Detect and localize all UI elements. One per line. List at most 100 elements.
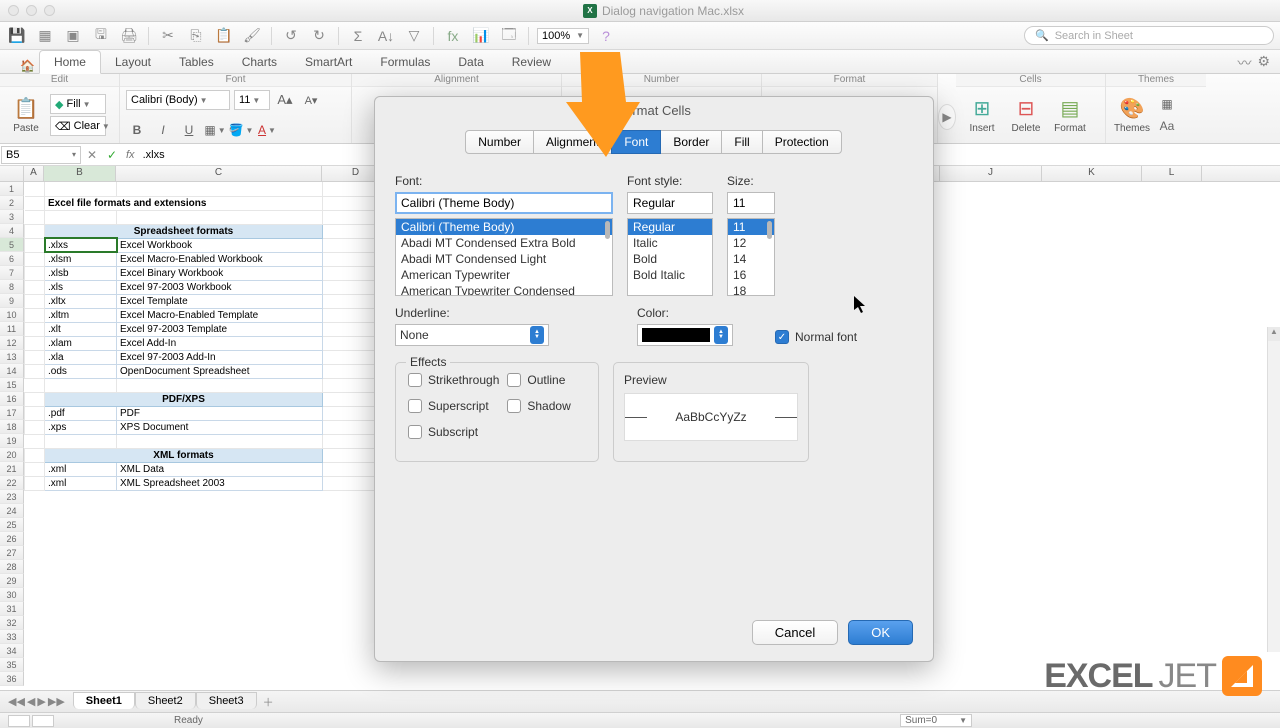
dialog-tab-fill[interactable]: Fill [721, 130, 762, 154]
fill-color-button[interactable]: 🪣▼ [230, 120, 252, 140]
col-header[interactable]: L [1142, 166, 1202, 181]
dialog-tab-number[interactable]: Number [465, 130, 534, 154]
tab-home[interactable]: Home [39, 50, 101, 74]
textbox-icon[interactable]: 🗔 [498, 25, 520, 47]
font-name-input[interactable] [395, 192, 613, 214]
format-button[interactable]: ▤Format [1050, 93, 1090, 137]
close-window-icon[interactable] [8, 5, 19, 16]
subscript-checkbox[interactable] [408, 425, 422, 439]
paste-button[interactable]: 📋 Paste [6, 93, 46, 137]
collapse-ribbon-icon[interactable]: 〰 [1237, 53, 1251, 73]
add-sheet-button[interactable]: ＋ [257, 694, 280, 710]
font-combo[interactable]: Calibri (Body)▼ [126, 90, 230, 110]
sort-icon[interactable]: A↓ [375, 25, 397, 47]
font-style-input[interactable] [627, 192, 713, 214]
section-header[interactable]: PDF/XPS [45, 392, 323, 406]
scrollbar-thumb[interactable] [605, 221, 610, 239]
fill-button[interactable]: ◆ Fill▼ [50, 94, 106, 114]
dialog-tab-border[interactable]: Border [660, 130, 722, 154]
strikethrough-checkbox[interactable] [408, 373, 422, 387]
filter-icon[interactable]: ▽ [403, 25, 425, 47]
tab-review[interactable]: Review [498, 51, 565, 73]
select-all-corner[interactable] [0, 166, 24, 181]
zoom-combo[interactable]: 100% ▼ [537, 28, 589, 44]
font-color-button[interactable]: A▼ [256, 120, 278, 140]
ribbon-nav-right-icon[interactable]: ▶ [938, 104, 956, 130]
tab-formulas[interactable]: Formulas [366, 51, 444, 73]
search-input[interactable]: 🔍 Search in Sheet [1024, 26, 1274, 45]
redo-icon[interactable]: ↻ [308, 25, 330, 47]
paste-icon[interactable]: 📋 [213, 25, 235, 47]
outline-checkbox[interactable] [507, 373, 521, 387]
ok-button[interactable]: OK [848, 620, 913, 645]
sheet-tab[interactable]: Sheet3 [196, 692, 257, 709]
cancel-button[interactable]: Cancel [752, 620, 838, 645]
theme-fonts-button[interactable]: Aa [1156, 116, 1178, 136]
view-buttons[interactable] [8, 715, 54, 727]
shrink-font-icon[interactable]: A▾ [300, 90, 322, 110]
delete-button[interactable]: ⊟Delete [1006, 93, 1046, 137]
dialog-tab-alignment[interactable]: Alignment [533, 130, 612, 154]
minimize-window-icon[interactable] [26, 5, 37, 16]
col-header[interactable]: C [116, 166, 322, 181]
copy-icon[interactable]: ⎘ [185, 25, 207, 47]
save-icon[interactable]: 💾 [6, 25, 28, 47]
sheet-tab[interactable]: Sheet1 [73, 692, 135, 709]
tab-tables[interactable]: Tables [165, 51, 228, 73]
italic-button[interactable]: I [152, 120, 174, 140]
font-size-combo[interactable]: 11▼ [234, 90, 270, 110]
open-icon[interactable]: ▣ [62, 25, 84, 47]
print-icon[interactable]: 🖨 [118, 25, 140, 47]
col-header[interactable]: B [44, 166, 116, 181]
font-size-input[interactable] [727, 192, 775, 214]
undo-icon[interactable]: ↺ [280, 25, 302, 47]
tab-charts[interactable]: Charts [228, 51, 291, 73]
home-icon[interactable]: 🏠 [20, 59, 35, 73]
underline-button[interactable]: U [178, 120, 200, 140]
fx-icon[interactable]: fx [442, 25, 464, 47]
zoom-window-icon[interactable] [44, 5, 55, 16]
gear-icon[interactable]: ⚙ [1257, 53, 1270, 73]
cancel-formula-icon[interactable]: ✕ [82, 148, 102, 162]
help-icon[interactable]: ? [595, 25, 617, 47]
tab-layout[interactable]: Layout [101, 51, 165, 73]
chart-icon[interactable]: 📊 [470, 25, 492, 47]
col-header[interactable]: J [940, 166, 1042, 181]
font-listbox[interactable]: Calibri (Theme Body) Abadi MT Condensed … [395, 218, 613, 296]
active-cell[interactable]: .xlxs [45, 238, 117, 252]
size-listbox[interactable]: 11 12 14 16 18 [727, 218, 775, 296]
shadow-checkbox[interactable] [507, 399, 521, 413]
normal-font-checkbox[interactable]: ✓ [775, 330, 789, 344]
scrollbar-thumb[interactable] [767, 221, 772, 239]
grow-font-icon[interactable]: A▴ [274, 90, 296, 110]
themes-button[interactable]: 🎨Themes [1112, 93, 1152, 137]
dialog-tab-font[interactable]: Font [611, 130, 661, 154]
color-select[interactable]: ▲▼ [637, 324, 733, 346]
name-box[interactable]: B5▾ [1, 146, 81, 164]
format-painter-icon[interactable]: 🖌 [241, 25, 263, 47]
tab-data[interactable]: Data [444, 51, 497, 73]
underline-select[interactable]: None ▲▼ [395, 324, 549, 346]
enter-formula-icon[interactable]: ✓ [102, 148, 122, 162]
dialog-tab-protection[interactable]: Protection [762, 130, 842, 154]
status-sum[interactable]: Sum=0▼ [900, 714, 972, 727]
section-header[interactable]: Spreadsheet formats [45, 224, 323, 238]
bold-button[interactable]: B [126, 120, 148, 140]
col-header[interactable]: A [24, 166, 44, 181]
clear-button[interactable]: ⌫ Clear▼ [50, 116, 106, 136]
title-cell[interactable]: Excel file formats and extensions [45, 196, 323, 210]
style-listbox[interactable]: Regular Italic Bold Bold Italic [627, 218, 713, 296]
theme-colors-icon[interactable]: ▦ [1156, 94, 1178, 114]
borders-button[interactable]: ▦▼ [204, 120, 226, 140]
autosum-icon[interactable]: Σ [347, 25, 369, 47]
insert-button[interactable]: ⊞Insert [962, 93, 1002, 137]
tab-smartart[interactable]: SmartArt [291, 51, 366, 73]
col-header[interactable]: K [1042, 166, 1142, 181]
new-icon[interactable]: ▦ [34, 25, 56, 47]
vertical-scrollbar[interactable]: ▲ [1267, 327, 1280, 652]
fx-label[interactable]: fx [122, 149, 139, 161]
sheet-tab[interactable]: Sheet2 [135, 692, 196, 709]
cut-icon[interactable]: ✂ [157, 25, 179, 47]
cells[interactable]: Excel file formats and extensions Spread… [24, 182, 391, 491]
superscript-checkbox[interactable] [408, 399, 422, 413]
